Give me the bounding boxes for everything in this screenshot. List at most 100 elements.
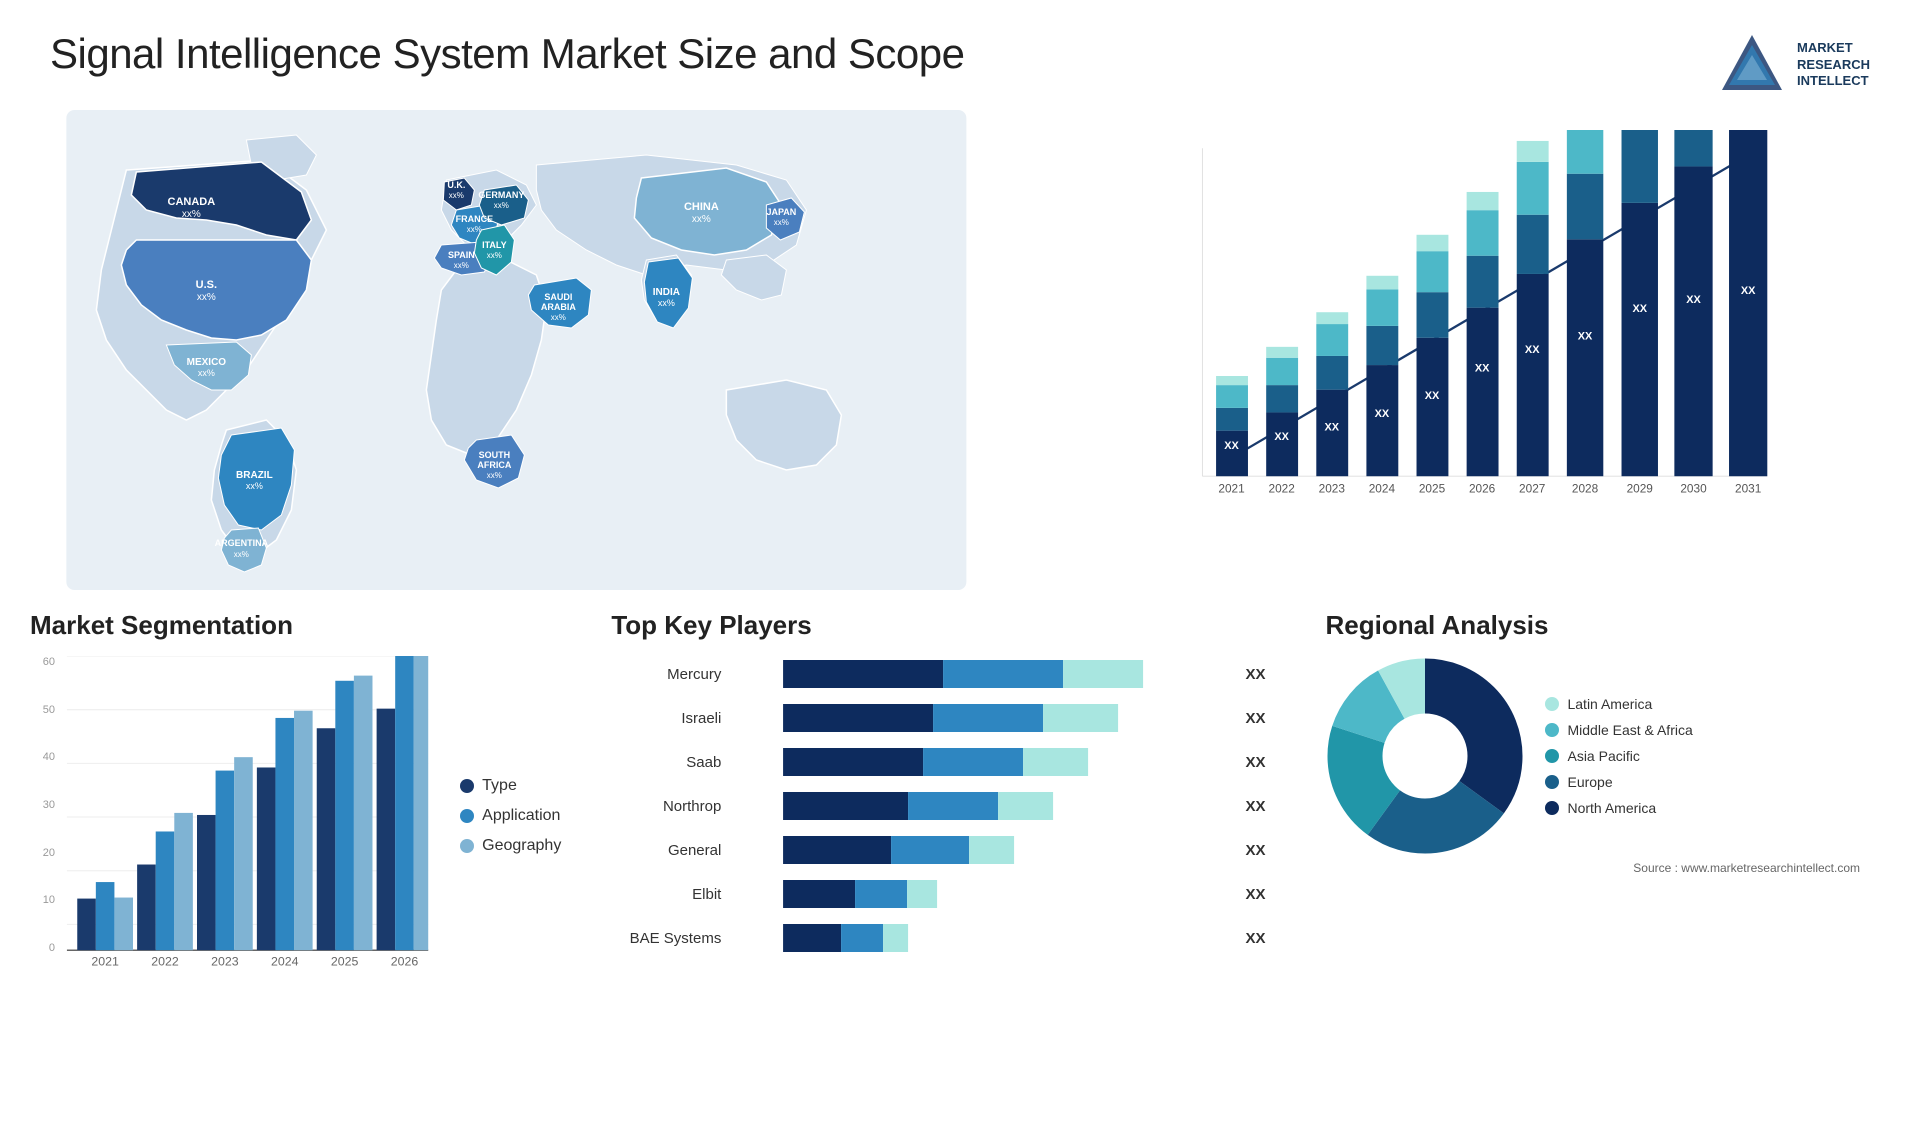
svg-text:xx%: xx% — [551, 313, 566, 322]
svg-text:ARABIA: ARABIA — [541, 302, 576, 312]
svg-text:FRANCE: FRANCE — [456, 214, 494, 224]
svg-text:XX: XX — [1578, 331, 1593, 343]
svg-text:XX: XX — [1475, 362, 1490, 374]
logo: MARKET RESEARCH INTELLECT — [1717, 30, 1870, 100]
svg-text:2028: 2028 — [1572, 482, 1599, 496]
svg-text:xx%: xx% — [449, 191, 464, 200]
list-item: Elbit XX — [611, 876, 1275, 912]
svg-text:xx%: xx% — [454, 261, 469, 270]
players-title: Top Key Players — [611, 610, 1275, 641]
donut-chart — [1325, 656, 1525, 856]
segmentation-section: Market Segmentation 60 50 40 30 20 10 0 — [20, 600, 571, 1020]
list-item: Israeli XX — [611, 700, 1275, 736]
logo-icon — [1717, 30, 1787, 100]
legend-europe: Europe — [1545, 774, 1692, 790]
svg-text:xx%: xx% — [658, 298, 675, 308]
svg-text:XX: XX — [1686, 294, 1701, 306]
logo-text: MARKET RESEARCH INTELLECT — [1797, 40, 1870, 91]
bar-chart-section: XX 2021 XX 2022 XX 2023 — [1033, 110, 1900, 590]
svg-text:2022: 2022 — [151, 955, 179, 969]
segmentation-chart: 2021 2022 2023 2024 2025 2026 — [65, 656, 430, 976]
list-item: General XX — [611, 832, 1275, 868]
svg-text:xx%: xx% — [487, 471, 502, 480]
dot-north-america — [1545, 801, 1559, 815]
players-section: Top Key Players Mercury XX Israeli — [591, 600, 1295, 1020]
legend-geography: Geography — [460, 837, 561, 855]
bottom-row: Market Segmentation 60 50 40 30 20 10 0 — [0, 590, 1920, 1020]
legend-dot-geography — [460, 839, 474, 853]
svg-text:xx%: xx% — [467, 225, 482, 234]
svg-text:xx%: xx% — [182, 209, 201, 220]
svg-text:XX: XX — [1525, 344, 1540, 356]
list-item: Saab XX — [611, 744, 1275, 780]
svg-text:SPAIN: SPAIN — [448, 250, 475, 260]
svg-text:2024: 2024 — [1368, 482, 1395, 496]
svg-text:U.K.: U.K. — [447, 180, 465, 190]
svg-text:xx%: xx% — [246, 481, 263, 491]
legend-application: Application — [460, 807, 561, 825]
svg-text:CHINA: CHINA — [684, 201, 719, 213]
regional-title: Regional Analysis — [1325, 610, 1890, 641]
dot-middle-east-africa — [1545, 723, 1559, 737]
svg-text:XX: XX — [1741, 285, 1756, 297]
svg-text:2024: 2024 — [271, 955, 299, 969]
svg-text:XX: XX — [1374, 408, 1389, 420]
legend-dot-type — [460, 779, 474, 793]
svg-text:xx%: xx% — [198, 368, 215, 378]
svg-text:xx%: xx% — [494, 201, 509, 210]
segmentation-legend: Type Application Geography — [440, 656, 561, 976]
svg-text:MEXICO: MEXICO — [187, 357, 227, 368]
svg-text:BRAZIL: BRAZIL — [236, 470, 273, 481]
svg-text:XX: XX — [1274, 431, 1289, 443]
svg-text:XX: XX — [1324, 422, 1339, 434]
players-list: Mercury XX Israeli — [611, 656, 1275, 956]
segmentation-title: Market Segmentation — [30, 610, 561, 641]
list-item: Northrop XX — [611, 788, 1275, 824]
top-row: CANADA xx% U.S. xx% MEXICO xx% BRAZIL xx… — [0, 110, 1920, 590]
svg-text:CANADA: CANADA — [168, 196, 216, 208]
page-header: Signal Intelligence System Market Size a… — [0, 0, 1920, 110]
dot-europe — [1545, 775, 1559, 789]
svg-text:2025: 2025 — [331, 955, 359, 969]
legend-asia-pacific: Asia Pacific — [1545, 748, 1692, 764]
bar-chart-svg: XX 2021 XX 2022 XX 2023 — [1053, 130, 1880, 540]
svg-text:2030: 2030 — [1680, 482, 1707, 496]
svg-text:2023: 2023 — [211, 955, 239, 969]
regional-section: Regional Analysis — [1315, 600, 1900, 1020]
world-map-svg: CANADA xx% U.S. xx% MEXICO xx% BRAZIL xx… — [20, 110, 1013, 590]
svg-text:xx%: xx% — [487, 251, 502, 260]
svg-text:2027: 2027 — [1519, 482, 1545, 496]
svg-text:2022: 2022 — [1268, 482, 1294, 496]
legend-type: Type — [460, 777, 561, 795]
svg-text:GERMANY: GERMANY — [478, 190, 524, 200]
svg-text:2026: 2026 — [1469, 482, 1496, 496]
svg-text:2021: 2021 — [91, 955, 119, 969]
svg-text:XX: XX — [1224, 440, 1239, 452]
svg-text:U.S.: U.S. — [196, 279, 217, 291]
svg-text:2029: 2029 — [1626, 482, 1653, 496]
svg-text:XX: XX — [1632, 303, 1647, 315]
svg-text:2026: 2026 — [391, 955, 419, 969]
legend-latin-america: Latin America — [1545, 696, 1692, 712]
svg-text:ITALY: ITALY — [482, 240, 507, 250]
svg-text:XX: XX — [1424, 390, 1439, 402]
source-text: Source : www.marketresearchintellect.com — [1325, 861, 1890, 875]
svg-text:xx%: xx% — [692, 214, 711, 225]
svg-text:xx%: xx% — [197, 292, 216, 303]
page-title: Signal Intelligence System Market Size a… — [50, 30, 965, 78]
legend-middle-east-africa: Middle East & Africa — [1545, 722, 1692, 738]
dot-latin-america — [1545, 697, 1559, 711]
world-map-section: CANADA xx% U.S. xx% MEXICO xx% BRAZIL xx… — [20, 110, 1013, 590]
dot-asia-pacific — [1545, 749, 1559, 763]
svg-text:2025: 2025 — [1419, 482, 1446, 496]
svg-text:xx%: xx% — [774, 218, 789, 227]
svg-text:xx%: xx% — [234, 550, 249, 559]
svg-text:2023: 2023 — [1318, 482, 1345, 496]
regional-legend: Latin America Middle East & Africa Asia … — [1545, 696, 1692, 816]
list-item: Mercury XX — [611, 656, 1275, 692]
svg-text:SOUTH: SOUTH — [479, 450, 511, 460]
regional-content: Latin America Middle East & Africa Asia … — [1325, 656, 1890, 856]
svg-text:SAUDI: SAUDI — [544, 292, 572, 302]
svg-text:INDIA: INDIA — [653, 287, 680, 298]
legend-north-america: North America — [1545, 800, 1692, 816]
